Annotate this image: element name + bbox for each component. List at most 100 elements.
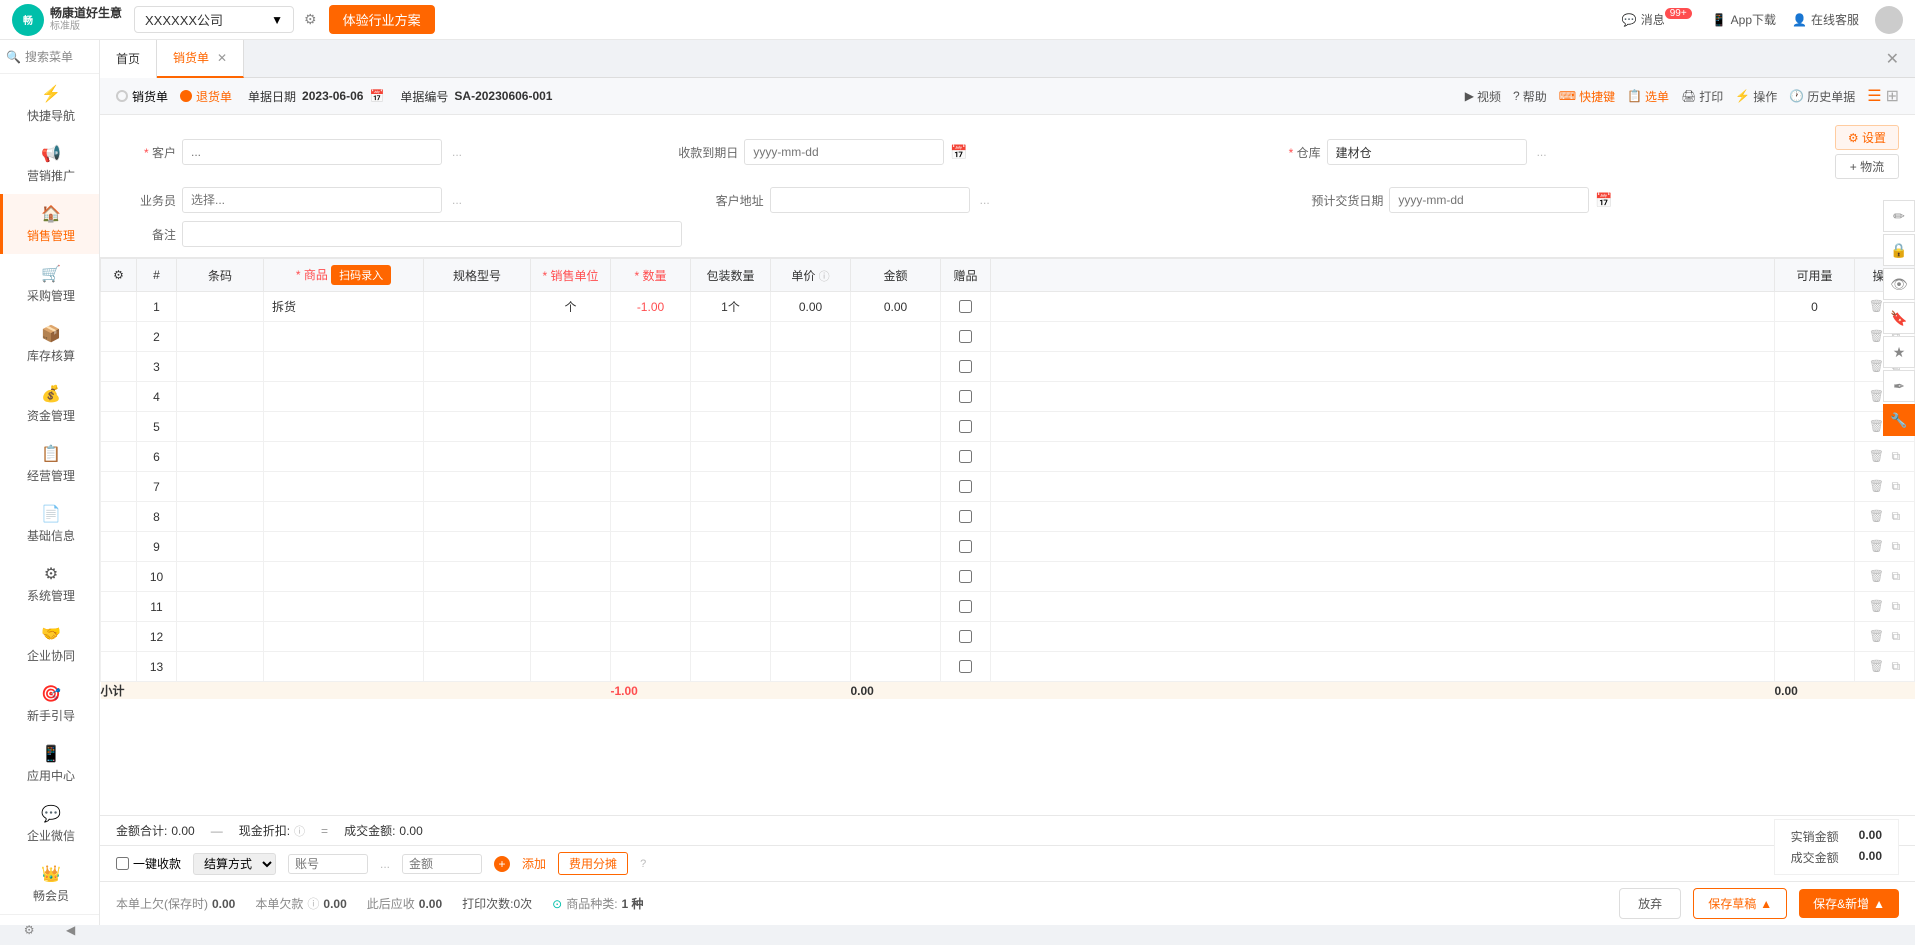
row-delete-icon[interactable]: 🗑 <box>1869 419 1884 433</box>
sidebar-item-marketing[interactable]: 📢 营销推广 <box>0 134 99 194</box>
row-spec[interactable] <box>424 442 531 472</box>
row-qty[interactable] <box>611 472 691 502</box>
row-spec[interactable] <box>424 352 531 382</box>
row-barcode[interactable] <box>177 592 264 622</box>
customer-input[interactable] <box>182 139 442 165</box>
radio-return[interactable]: 退货单 <box>180 88 232 105</box>
row-product[interactable] <box>264 382 424 412</box>
sidebar-collapse-icon[interactable]: ◀ <box>66 923 75 937</box>
row-delete-icon[interactable]: 🗑 <box>1869 659 1884 673</box>
row-qty[interactable] <box>611 532 691 562</box>
customer-dots[interactable]: ... <box>452 145 462 159</box>
float-pencil-icon[interactable]: ✒ <box>1883 370 1915 402</box>
row-copy-icon[interactable]: ⧉ <box>1892 449 1901 463</box>
sidebar-item-enterprise[interactable]: 🤝 企业协同 <box>0 614 99 674</box>
row-product[interactable] <box>264 322 424 352</box>
row-price[interactable] <box>771 562 851 592</box>
row-price[interactable] <box>771 352 851 382</box>
fee-split-btn[interactable]: 费用分摊 <box>558 852 628 875</box>
scan-btn[interactable]: 扫码录入 <box>331 265 391 285</box>
sidebar-item-inventory[interactable]: 📦 库存核算 <box>0 314 99 374</box>
row-barcode[interactable] <box>177 532 264 562</box>
save-draft-button[interactable]: 保存草稿 ▲ <box>1693 888 1787 919</box>
row-spec[interactable] <box>424 592 531 622</box>
row-copy-icon[interactable]: ⧉ <box>1892 599 1901 613</box>
th-settings[interactable]: ⚙ <box>101 259 137 292</box>
row-gift[interactable] <box>941 622 991 652</box>
message-btn[interactable]: 💬 消息 99+ <box>1622 11 1696 28</box>
row-barcode[interactable] <box>177 472 264 502</box>
row-qty[interactable] <box>611 592 691 622</box>
row-qty[interactable] <box>611 382 691 412</box>
row-copy-icon[interactable]: ⧉ <box>1892 659 1901 673</box>
row-price[interactable] <box>771 412 851 442</box>
row-barcode[interactable] <box>177 382 264 412</box>
row-gift[interactable] <box>941 652 991 682</box>
row-product[interactable] <box>264 352 424 382</box>
row-product[interactable]: 拆货 <box>264 292 424 322</box>
row-barcode[interactable] <box>177 652 264 682</box>
row-product[interactable] <box>264 442 424 472</box>
row-barcode[interactable] <box>177 322 264 352</box>
row-spec[interactable] <box>424 382 531 412</box>
row-delete-icon[interactable]: 🗑 <box>1869 509 1884 523</box>
row-qty[interactable] <box>611 442 691 472</box>
row-delete-icon[interactable]: 🗑 <box>1869 569 1884 583</box>
account-input[interactable] <box>288 854 368 874</box>
online-service-btn[interactable]: 👤 在线客服 <box>1792 11 1859 28</box>
this-order-owed-info[interactable]: ⓘ <box>307 895 319 912</box>
row-qty[interactable] <box>611 322 691 352</box>
logistics-button[interactable]: + 物流 <box>1835 154 1899 179</box>
discount-info-icon[interactable]: ⓘ <box>294 823 305 839</box>
tab-sales-order[interactable]: 销货单 ✕ <box>157 40 244 78</box>
row-gift[interactable] <box>941 562 991 592</box>
row-price[interactable] <box>771 322 851 352</box>
row-barcode[interactable] <box>177 412 264 442</box>
row-qty[interactable] <box>611 352 691 382</box>
setup-button[interactable]: ⚙ 设置 <box>1835 125 1899 150</box>
action-select[interactable]: 📋 选单 <box>1627 88 1669 105</box>
row-price[interactable] <box>771 502 851 532</box>
action-help[interactable]: ? 帮助 <box>1513 88 1547 105</box>
row-delete-icon[interactable]: 🗑 <box>1869 329 1884 343</box>
row-delete-icon[interactable]: 🗑 <box>1869 539 1884 553</box>
payment-calendar-icon[interactable]: 📅 <box>950 144 967 161</box>
row-gift[interactable] <box>941 322 991 352</box>
row-product[interactable] <box>264 532 424 562</box>
row-product[interactable] <box>264 652 424 682</box>
row-delete-icon[interactable]: 🗑 <box>1869 299 1884 313</box>
row-copy-icon[interactable]: ⧉ <box>1892 629 1901 643</box>
row-barcode[interactable] <box>177 442 264 472</box>
row-spec[interactable] <box>424 412 531 442</box>
row-delete-icon[interactable]: 🗑 <box>1869 629 1884 643</box>
row-copy-icon[interactable]: ⧉ <box>1892 479 1901 493</box>
sidebar-item-guide[interactable]: 🎯 新手引导 <box>0 674 99 734</box>
row-gift[interactable] <box>941 412 991 442</box>
sidebar-item-wechat[interactable]: 💬 企业微信 <box>0 794 99 854</box>
sidebar-settings-icon[interactable]: ⚙ <box>24 923 35 937</box>
float-edit-icon[interactable]: ✏ <box>1883 200 1915 232</box>
row-gift[interactable] <box>941 592 991 622</box>
sidebar-item-sales[interactable]: 🏠 销售管理 <box>0 194 99 254</box>
row-spec[interactable] <box>424 622 531 652</box>
avatar[interactable] <box>1875 6 1903 34</box>
row-product[interactable] <box>264 622 424 652</box>
row-product[interactable] <box>264 562 424 592</box>
row-delete-icon[interactable]: 🗑 <box>1869 479 1884 493</box>
row-qty[interactable] <box>611 502 691 532</box>
grid-view-icon[interactable]: ⊞ <box>1886 86 1899 106</box>
float-bookmark-icon[interactable]: 🔖 <box>1883 302 1915 334</box>
row-product[interactable] <box>264 592 424 622</box>
row-barcode[interactable] <box>177 292 264 322</box>
row-copy-icon[interactable]: ⧉ <box>1892 569 1901 583</box>
row-gift[interactable] <box>941 502 991 532</box>
row-barcode[interactable] <box>177 502 264 532</box>
addr-dots[interactable]: ... <box>980 193 990 207</box>
action-operate[interactable]: ⚡ 操作 <box>1735 88 1777 105</box>
sidebar-item-app-center[interactable]: 📱 应用中心 <box>0 734 99 794</box>
salesperson-input[interactable] <box>182 187 442 213</box>
expected-calendar-icon[interactable]: 📅 <box>1595 192 1612 209</box>
row-gift[interactable] <box>941 442 991 472</box>
row-delete-icon[interactable]: 🗑 <box>1869 449 1884 463</box>
float-lock-icon[interactable]: 🔒 <box>1883 234 1915 266</box>
